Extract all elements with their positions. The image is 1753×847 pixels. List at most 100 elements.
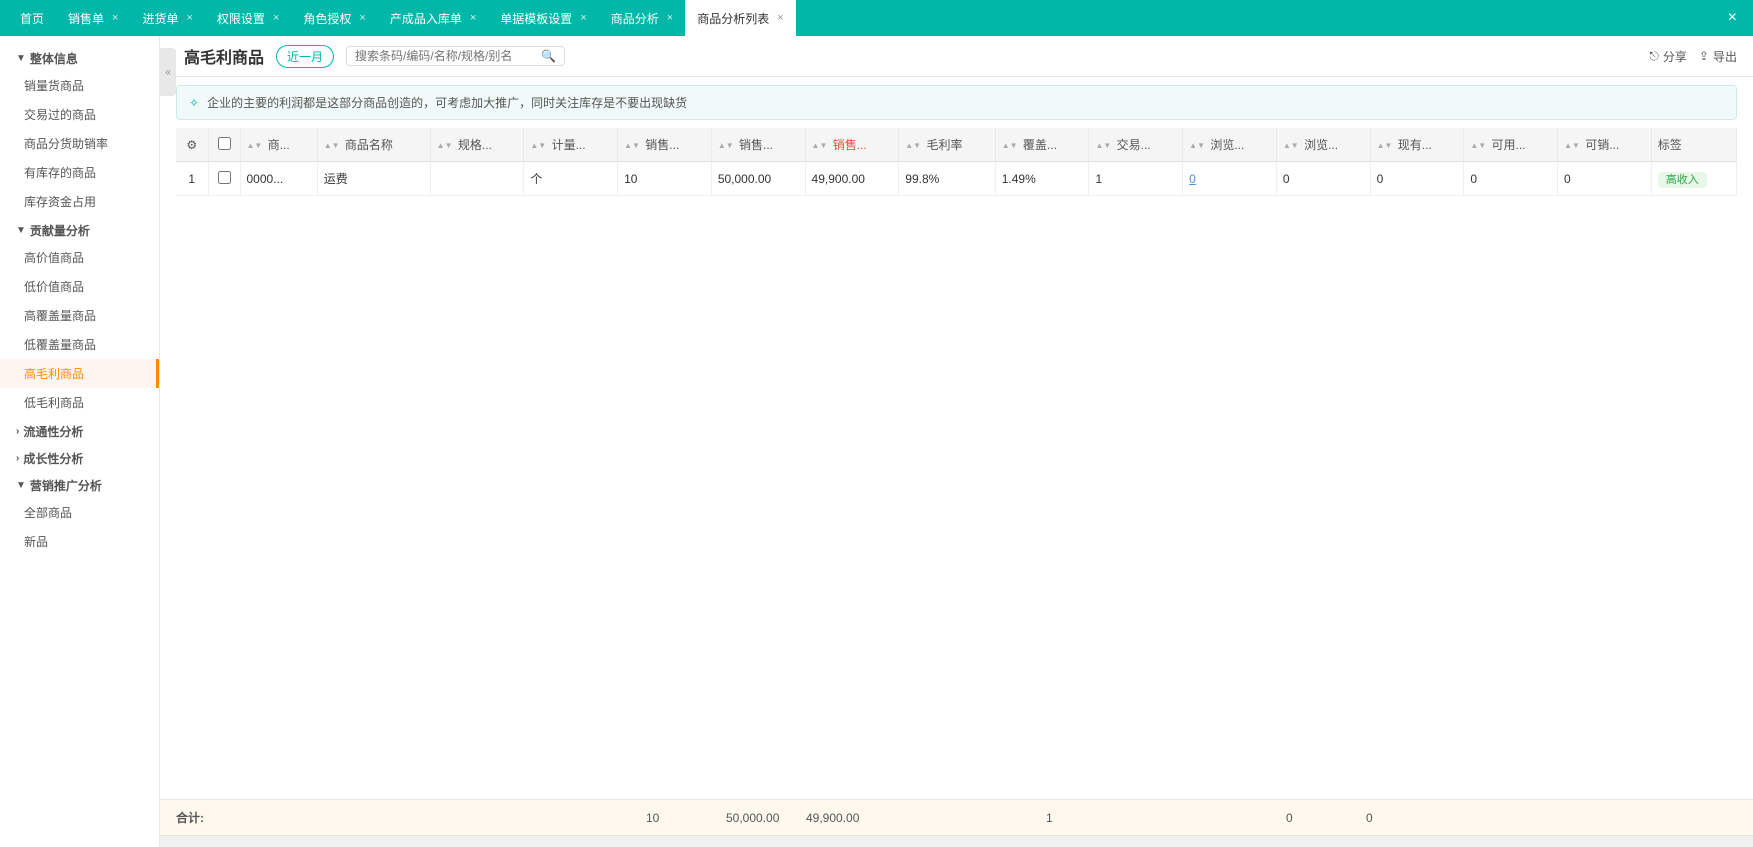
- th-sellable[interactable]: ▲▼ 可销...: [1558, 128, 1652, 162]
- share-btn[interactable]: ⎋ 分享: [1649, 48, 1687, 65]
- horizontal-scrollbar[interactable]: [160, 835, 1753, 847]
- col-sort-code: ▲▼: [247, 141, 263, 150]
- select-all-checkbox[interactable]: [218, 137, 231, 150]
- group-contribution-arrow: ▼: [16, 225, 26, 236]
- th-coverage[interactable]: ▲▼ 覆盖...: [995, 128, 1089, 162]
- sidebar-item-low-margin[interactable]: 低毛利商品: [0, 388, 159, 417]
- col-sort-transaction: ▲▼: [1095, 141, 1111, 150]
- th-current-stock[interactable]: ▲▼ 现有...: [1370, 128, 1464, 162]
- sidebar-item-all-goods[interactable]: 全部商品: [0, 498, 159, 527]
- group-growth-label: 成长性分析: [23, 450, 83, 467]
- sidebar-item-high-value[interactable]: 高价值商品: [0, 243, 159, 272]
- th-code[interactable]: ▲▼ 商...: [240, 128, 317, 162]
- nav-product-analysis-label: 商品分析: [611, 10, 659, 27]
- nav-product-storage[interactable]: 产成品入库单 ×: [378, 0, 488, 36]
- cell-current-stock: 0: [1370, 162, 1464, 196]
- th-spec[interactable]: ▲▼ 规格...: [430, 128, 524, 162]
- nav-product-analysis-list-close[interactable]: ×: [777, 12, 783, 24]
- content-header: 高毛利商品 近一月 🔍 ⎋ 分享 ⇪ 导出: [160, 36, 1753, 77]
- th-transaction[interactable]: ▲▼ 交易...: [1089, 128, 1183, 162]
- data-table: ⚙ ▲▼ 商... ▲▼ 商品名称: [176, 128, 1737, 196]
- footer-current-stock: 0: [1280, 811, 1360, 825]
- time-filter-btn[interactable]: 近一月: [276, 45, 334, 68]
- footer-sales-qty: 10: [640, 811, 720, 825]
- header-actions: ⎋ 分享 ⇪ 导出: [1649, 48, 1737, 65]
- footer-total: 合计: 10 50,000.00 49,900.00 1 0 0: [160, 799, 1753, 835]
- col-sort-sales-cost: ▲▼: [812, 141, 828, 150]
- nav-purchase-close[interactable]: ×: [186, 12, 192, 24]
- sidebar-item-low-coverage[interactable]: 低覆盖量商品: [0, 330, 159, 359]
- th-browse2[interactable]: ▲▼ 浏览...: [1276, 128, 1370, 162]
- col-sort-available: ▲▼: [1470, 141, 1486, 150]
- nav-product-storage-label: 产成品入库单: [390, 10, 462, 27]
- nav-purchase[interactable]: 进货单 ×: [130, 0, 204, 36]
- th-sales-cost[interactable]: ▲▼ 销售...: [805, 128, 899, 162]
- nav-roles-close[interactable]: ×: [359, 12, 365, 24]
- nav-sales[interactable]: 销售单 ×: [56, 0, 130, 36]
- search-box: 🔍: [346, 46, 565, 66]
- th-sales-qty[interactable]: ▲▼ 销售...: [618, 128, 712, 162]
- cell-browse1[interactable]: 0: [1183, 162, 1277, 196]
- cell-tag: 高收入: [1651, 162, 1736, 196]
- col-sort-sellable: ▲▼: [1564, 141, 1580, 150]
- page-title: 高毛利商品: [184, 44, 264, 68]
- th-name[interactable]: ▲▼ 商品名称: [317, 128, 430, 162]
- th-browse1[interactable]: ▲▼ 浏览...: [1183, 128, 1277, 162]
- search-input[interactable]: [355, 49, 535, 63]
- sidebar-group-growth[interactable]: › 成长性分析: [0, 444, 159, 471]
- nav-permissions[interactable]: 权限设置 ×: [205, 0, 291, 36]
- sidebar-item-sales-rate[interactable]: 商品分货助销率: [0, 129, 159, 158]
- sidebar-group-contribution[interactable]: ▼ 贡献量分析: [0, 216, 159, 243]
- sidebar-item-high-coverage[interactable]: 高覆盖量商品: [0, 301, 159, 330]
- col-sort-browse1: ▲▼: [1189, 141, 1205, 150]
- cell-coverage: 1.49%: [995, 162, 1089, 196]
- group-flow-arrow: ›: [16, 426, 19, 437]
- th-sales-amount[interactable]: ▲▼ 销售...: [711, 128, 805, 162]
- th-unit[interactable]: ▲▼ 计量...: [524, 128, 618, 162]
- sidebar-collapse-btn[interactable]: «: [160, 48, 176, 96]
- table-header-row: ⚙ ▲▼ 商... ▲▼ 商品名称: [176, 128, 1737, 162]
- nav-roles[interactable]: 角色授权 ×: [291, 0, 377, 36]
- sidebar-item-low-value[interactable]: 低价值商品: [0, 272, 159, 301]
- settings-icon: ⚙: [186, 138, 197, 152]
- nav-product-storage-close[interactable]: ×: [470, 12, 476, 24]
- share-label: 分享: [1663, 48, 1687, 65]
- sidebar-item-high-margin[interactable]: 高毛利商品: [0, 359, 159, 388]
- table-row: 1 0000... 运费 个 10 50,000.00 49,900.00 99…: [176, 162, 1737, 196]
- nav-product-analysis[interactable]: 商品分析 ×: [599, 0, 685, 36]
- nav-close-all[interactable]: ×: [1720, 9, 1745, 27]
- cell-browse2: 0: [1276, 162, 1370, 196]
- th-tag[interactable]: 标签: [1651, 128, 1736, 162]
- col-sort-coverage: ▲▼: [1002, 141, 1018, 150]
- sidebar-group-marketing[interactable]: ▼ 营销推广分析: [0, 471, 159, 498]
- th-available[interactable]: ▲▼ 可用...: [1464, 128, 1558, 162]
- th-gross-margin[interactable]: ▲▼ 毛利率: [899, 128, 995, 162]
- sidebar-item-in-stock[interactable]: 有库存的商品: [0, 158, 159, 187]
- search-icon[interactable]: 🔍: [541, 49, 556, 63]
- footer-sales-amount: 50,000.00: [720, 811, 800, 825]
- nav-template-settings[interactable]: 单据模板设置 ×: [488, 0, 598, 36]
- sidebar-group-overview[interactable]: ▼ 整体信息: [0, 44, 159, 71]
- th-checkbox[interactable]: [208, 128, 240, 162]
- sidebar-item-traded-goods[interactable]: 交易过的商品: [0, 100, 159, 129]
- nav-product-analysis-list[interactable]: 商品分析列表 ×: [685, 0, 795, 36]
- nav-product-analysis-close[interactable]: ×: [667, 12, 673, 24]
- nav-home-label: 首页: [20, 10, 44, 27]
- nav-template-settings-close[interactable]: ×: [580, 12, 586, 24]
- cell-transaction: 1: [1089, 162, 1183, 196]
- nav-home[interactable]: 首页: [8, 0, 56, 36]
- col-sort-unit: ▲▼: [530, 141, 546, 150]
- row-checkbox[interactable]: [218, 171, 231, 184]
- sidebar-item-stock-capital[interactable]: 库存资金占用: [0, 187, 159, 216]
- th-settings[interactable]: ⚙: [176, 128, 208, 162]
- nav-sales-close[interactable]: ×: [112, 12, 118, 24]
- sidebar-item-sales-goods[interactable]: 销量货商品: [0, 71, 159, 100]
- footer-available: 0: [1360, 811, 1440, 825]
- nav-permissions-close[interactable]: ×: [273, 12, 279, 24]
- cell-sellable: 0: [1558, 162, 1652, 196]
- sidebar-item-new-goods[interactable]: 新品: [0, 527, 159, 556]
- footer-transaction: 1: [1040, 811, 1120, 825]
- cell-checkbox[interactable]: [208, 162, 240, 196]
- sidebar-group-flow[interactable]: › 流通性分析: [0, 417, 159, 444]
- export-btn[interactable]: ⇪ 导出: [1699, 48, 1737, 65]
